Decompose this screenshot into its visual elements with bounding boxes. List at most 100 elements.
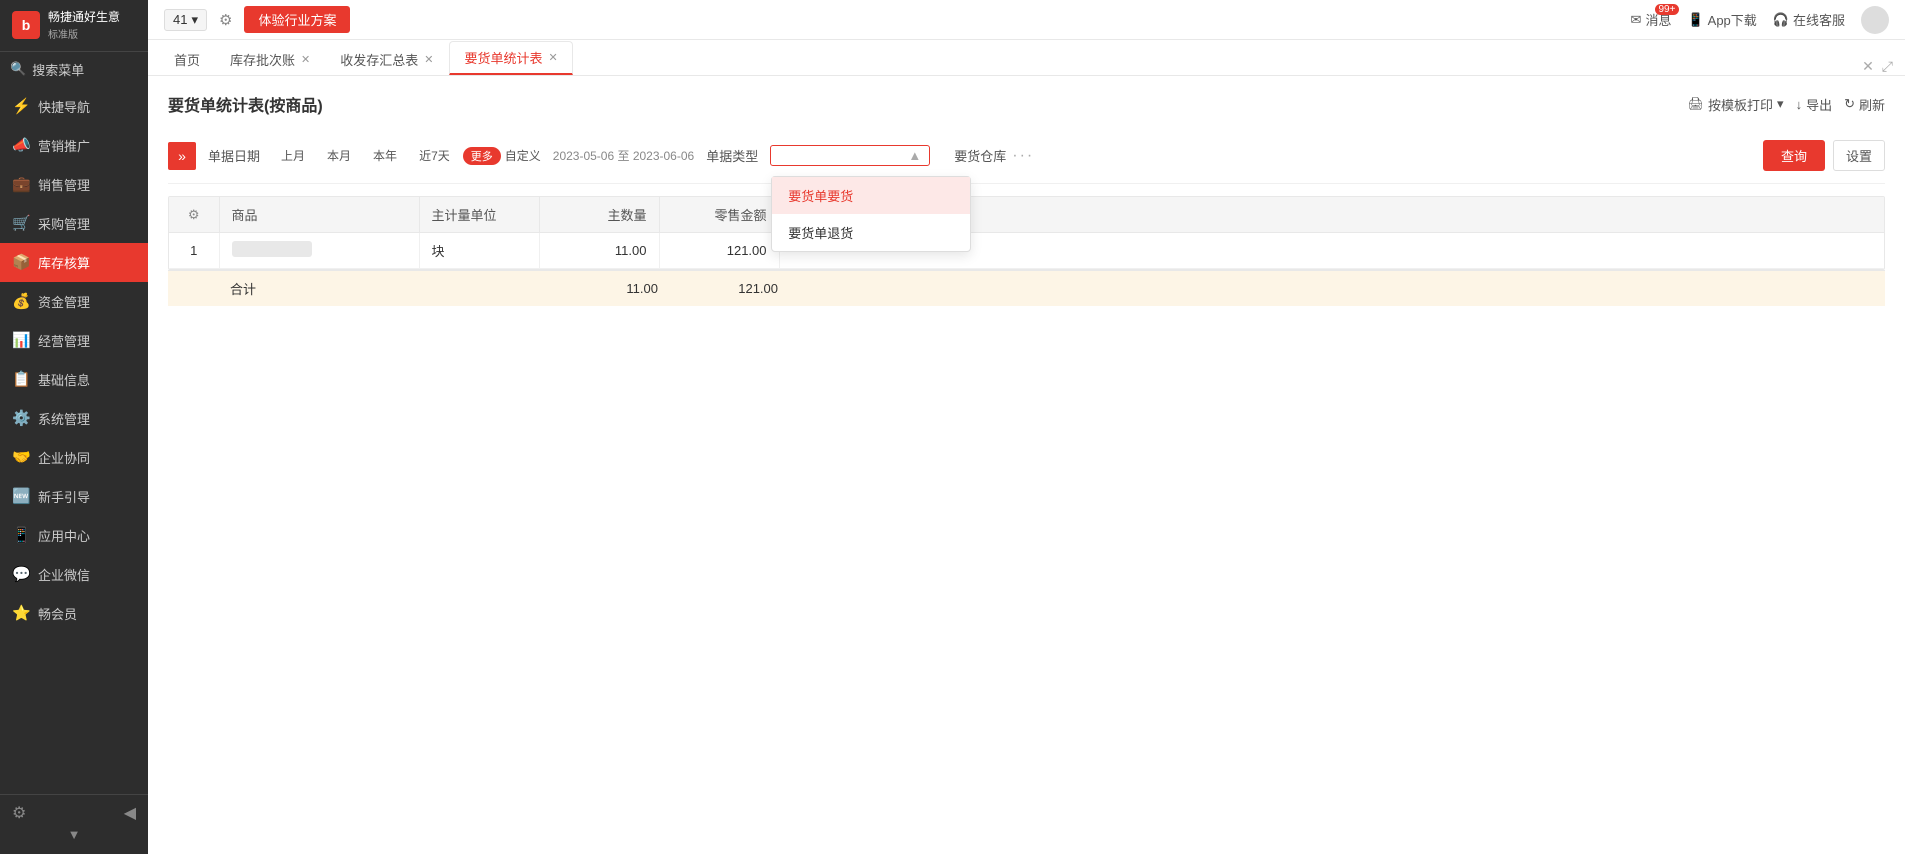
results-table: ⚙ 商品 主计量单位 主数量 零售金额 1 <box>169 197 1884 269</box>
tab-inventory-batch[interactable]: 库存批次账 ✕ <box>216 44 324 75</box>
sidebar-item-label: 资金管理 <box>38 292 90 311</box>
date-last-7-days[interactable]: 近7天 <box>410 144 459 167</box>
marketing-icon: 📣 <box>12 136 30 154</box>
company-selector[interactable]: 41 ▾ <box>164 9 207 31</box>
date-range-display: 2023-05-06 至 2023-06-06 <box>553 147 694 164</box>
sidebar-item-label: 系统管理 <box>38 409 90 428</box>
brand-name: 畅捷通好生意 <box>48 10 120 26</box>
close-all-icon[interactable]: ✕ <box>1862 58 1874 75</box>
edition-label: 标准版 <box>48 26 120 41</box>
sidebar-item-label: 经营管理 <box>38 331 90 350</box>
sidebar-item-operations[interactable]: 📊 经营管理 <box>0 321 148 360</box>
user-avatar[interactable] <box>1861 6 1889 34</box>
tab-label: 要货单统计表 <box>464 48 542 67</box>
tab-requisition-stats[interactable]: 要货单统计表 ✕ <box>449 41 572 75</box>
sidebar-item-app-center[interactable]: 📱 应用中心 <box>0 516 148 555</box>
topbar-gear-icon[interactable]: ⚙ <box>219 11 232 29</box>
messages-btn[interactable]: ✉ 消息 99+ <box>1631 10 1672 29</box>
vip-icon: ⭐ <box>12 604 30 622</box>
sidebar-item-label: 快捷导航 <box>38 97 90 116</box>
tab-close-requisition[interactable]: ✕ <box>549 51 558 64</box>
filter-expand-btn[interactable]: » <box>168 142 196 170</box>
row-num: 1 <box>169 233 219 269</box>
newbie-icon: 🆕 <box>12 487 30 505</box>
footer-total-amount: 121.00 <box>670 281 790 296</box>
inventory-icon: 📦 <box>12 253 30 271</box>
date-more-btn[interactable]: 更多 <box>463 147 501 165</box>
filter-action-btns: 查询 设置 <box>1763 140 1885 171</box>
sidebar-item-search[interactable]: 🔍 搜索菜单 <box>0 52 148 87</box>
online-service-btn[interactable]: 🎧 在线客服 <box>1773 10 1845 29</box>
sidebar-item-label: 企业微信 <box>38 565 90 584</box>
sidebar-item-label: 库存核算 <box>38 253 90 272</box>
tab-label: 库存批次账 <box>230 50 295 69</box>
query-btn[interactable]: 查询 <box>1763 140 1825 171</box>
expand-icon[interactable]: ⤢ <box>1882 58 1893 75</box>
table-header-row: ⚙ 商品 主计量单位 主数量 零售金额 <box>169 197 1884 233</box>
tab-inout-summary[interactable]: 收发存汇总表 ✕ <box>326 44 447 75</box>
quicknav-icon: ⚡ <box>12 97 30 115</box>
export-action[interactable]: ↓ 导出 <box>1796 95 1833 114</box>
sidebar-item-inventory[interactable]: 📦 库存核算 <box>0 243 148 282</box>
export-icon: ↓ <box>1796 97 1803 112</box>
sidebar-item-label: 畅会员 <box>38 604 77 623</box>
dropdown-item-requisition[interactable]: 要货单要货 <box>772 177 970 214</box>
sidebar-settings-icon[interactable]: ⚙ <box>12 803 26 823</box>
tabs-bar: 首页 库存批次账 ✕ 收发存汇总表 ✕ 要货单统计表 ✕ ✕ ⤢ <box>148 40 1905 76</box>
tab-close-inventory-batch[interactable]: ✕ <box>301 53 310 66</box>
date-quick-select: 上月 本月 本年 近7天 更多 自定义 <box>272 144 541 167</box>
finance-icon: 💰 <box>12 292 30 310</box>
type-label: 单据类型 <box>706 146 758 165</box>
sidebar-item-marketing[interactable]: 📣 营销推广 <box>0 126 148 165</box>
selector-chevron-icon: ▾ <box>191 12 198 28</box>
date-custom-btn[interactable]: 自定义 <box>505 147 541 164</box>
online-service-label: 在线客服 <box>1793 10 1845 29</box>
trial-btn[interactable]: 体验行业方案 <box>244 6 350 33</box>
page-container: 要货单统计表(按商品) 🖨 按模板打印 ▾ ↓ 导出 ↻ 刷新 <box>148 76 1905 854</box>
purchase-icon: 🛒 <box>12 214 30 232</box>
company-selector-label: 41 <box>173 12 187 27</box>
sidebar-item-sales[interactable]: 💼 销售管理 <box>0 165 148 204</box>
sidebar-item-label: 采购管理 <box>38 214 90 233</box>
sidebar-item-label: 新手引导 <box>38 487 90 506</box>
operations-icon: 📊 <box>12 331 30 349</box>
setting-btn[interactable]: 设置 <box>1833 140 1885 171</box>
service-icon: 🎧 <box>1773 12 1789 28</box>
sidebar-item-newbie[interactable]: 🆕 新手引导 <box>0 477 148 516</box>
sidebar-collapse-icon[interactable]: ◀ <box>124 803 136 823</box>
date-this-month[interactable]: 本月 <box>318 144 360 167</box>
sidebar-item-wechat[interactable]: 💬 企业微信 <box>0 555 148 594</box>
print-action[interactable]: 🖨 按模板打印 ▾ <box>1688 95 1784 114</box>
sidebar-item-purchase[interactable]: 🛒 采购管理 <box>0 204 148 243</box>
refresh-action[interactable]: ↻ 刷新 <box>1844 95 1885 114</box>
type-select[interactable]: ▲ 要货单要货 要货单退货 <box>770 145 930 166</box>
tab-home-label: 首页 <box>174 50 200 69</box>
sidebar-item-cooperation[interactable]: 🤝 企业协同 <box>0 438 148 477</box>
sidebar-item-label: 企业协同 <box>38 448 90 467</box>
warehouse-filter: 要货仓库 ··· <box>954 146 1034 165</box>
sidebar-item-finance[interactable]: 💰 资金管理 <box>0 282 148 321</box>
date-this-year[interactable]: 本年 <box>364 144 406 167</box>
expand-arrows-icon: » <box>178 148 186 164</box>
type-dropdown: 要货单要货 要货单退货 <box>771 176 971 252</box>
sidebar-search-label: 搜索菜单 <box>32 60 84 79</box>
app-download-btn[interactable]: 📱 App下载 <box>1687 10 1756 29</box>
tab-home[interactable]: 首页 <box>160 44 214 75</box>
warehouse-dots[interactable]: ··· <box>1012 147 1034 165</box>
sidebar-item-label: 销售管理 <box>38 175 90 194</box>
sidebar-item-basic-info[interactable]: 📋 基础信息 <box>0 360 148 399</box>
table-header-settings[interactable]: ⚙ <box>169 197 219 233</box>
product-name-placeholder <box>232 241 312 257</box>
sidebar-item-quick-nav[interactable]: ⚡ 快捷导航 <box>0 87 148 126</box>
row-qty: 11.00 <box>539 233 659 269</box>
row-product <box>219 233 419 269</box>
sidebar-item-vip[interactable]: ⭐ 畅会员 <box>0 594 148 633</box>
row-amount: 121.00 <box>659 233 779 269</box>
sidebar-item-label: 应用中心 <box>38 526 90 545</box>
date-last-month[interactable]: 上月 <box>272 144 314 167</box>
dropdown-item-return[interactable]: 要货单退货 <box>772 214 970 251</box>
sidebar-scroll-down[interactable]: ▼ <box>0 823 148 846</box>
basicinfo-icon: 📋 <box>12 370 30 388</box>
tab-close-inout-summary[interactable]: ✕ <box>424 53 433 66</box>
sidebar-item-system[interactable]: ⚙️ 系统管理 <box>0 399 148 438</box>
